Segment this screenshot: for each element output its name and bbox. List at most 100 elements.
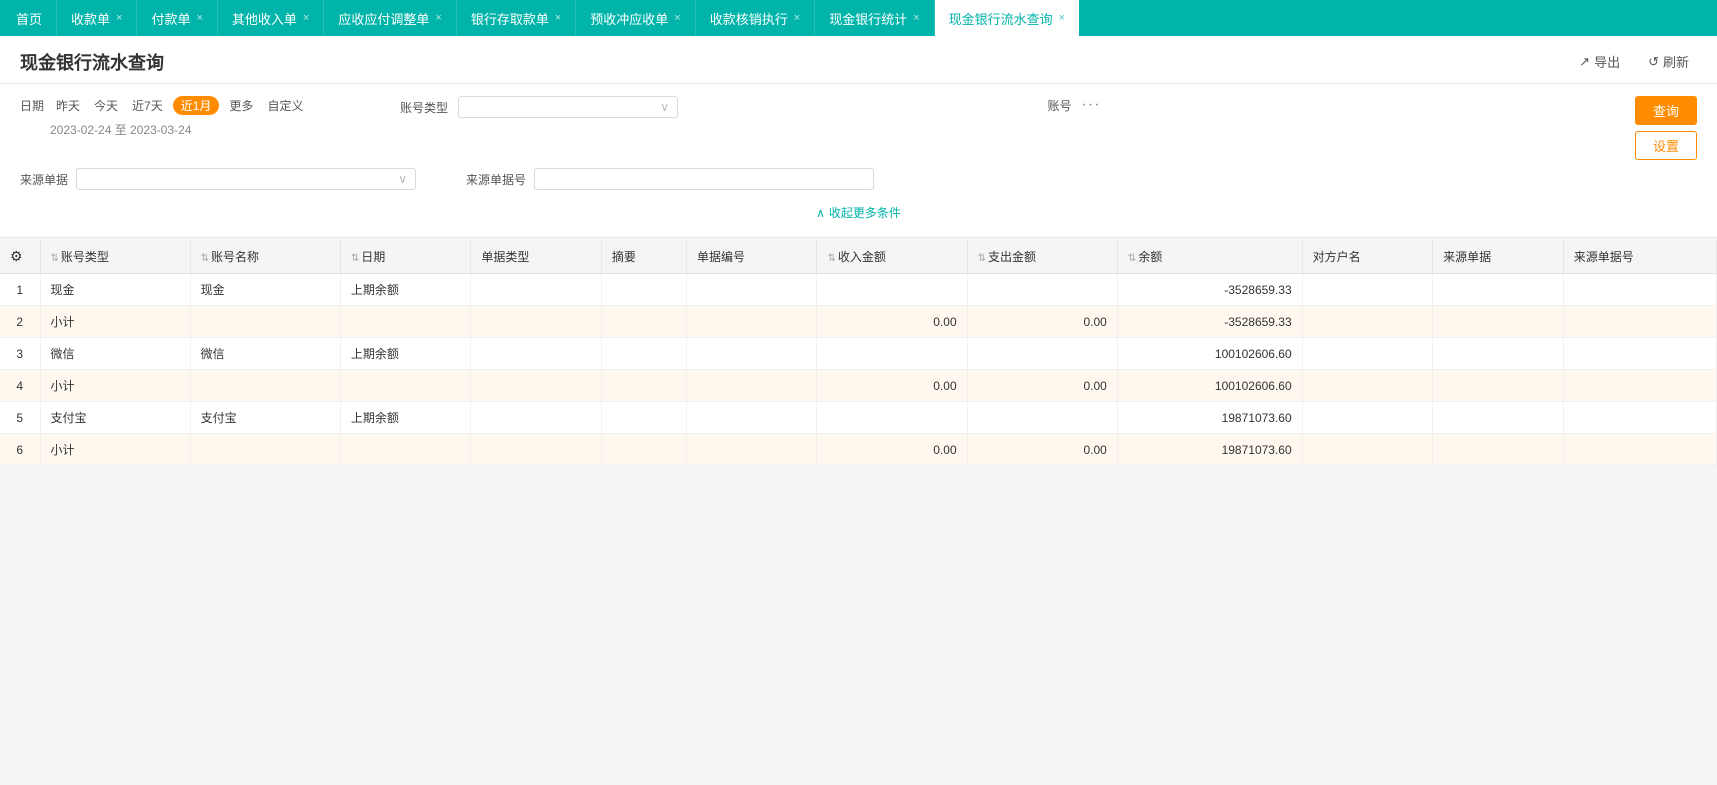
nav-item-home[interactable]: 首页 <box>0 0 57 36</box>
source-doc-select[interactable]: ∨ <box>76 168 416 190</box>
cell-doc_no <box>686 402 817 434</box>
table-row[interactable]: 1现金现金上期余额-3528659.33 <box>0 274 1717 306</box>
close-icon[interactable]: × <box>555 12 561 24</box>
nav-item-cash-bank-flow[interactable]: 现金银行流水查询× <box>935 0 1079 36</box>
cell-expense <box>967 402 1117 434</box>
cell-account_name <box>190 434 340 466</box>
table-row[interactable]: 6小计0.000.0019871073.60 <box>0 434 1717 466</box>
cell-account_name: 现金 <box>190 274 340 306</box>
cell-account_type: 微信 <box>40 338 190 370</box>
cell-source_doc <box>1433 434 1564 466</box>
close-icon[interactable]: × <box>303 12 309 24</box>
nav-item-collection-exec[interactable]: 收款核销执行× <box>696 0 815 36</box>
cell-date <box>340 306 471 338</box>
date-shortcut-近1月[interactable]: 近1月 <box>173 96 220 115</box>
page-title: 现金银行流水查询 <box>20 49 164 75</box>
account-dots[interactable]: ··· <box>1082 96 1101 114</box>
nav-item-bank-deposit[interactable]: 银行存取款单× <box>457 0 576 36</box>
cell-date <box>340 370 471 402</box>
query-button[interactable]: 查询 <box>1635 96 1697 125</box>
nav-item-advance-offset[interactable]: 预收冲应收单× <box>576 0 695 36</box>
table-body: 1现金现金上期余额-3528659.332小计0.000.00-3528659.… <box>0 274 1717 466</box>
cell-doc_no <box>686 274 817 306</box>
source-doc-no-input[interactable] <box>534 168 874 190</box>
cell-doc_type <box>471 306 602 338</box>
cell-counterparty <box>1302 402 1433 434</box>
cell-doc_no <box>686 338 817 370</box>
close-icon[interactable]: × <box>116 12 122 24</box>
cell-doc_no <box>686 434 817 466</box>
date-shortcut-更多[interactable]: 更多 <box>225 96 257 115</box>
cell-summary <box>601 274 686 306</box>
sort-icon: ⇅ <box>827 253 835 264</box>
cell-source_doc_no <box>1563 402 1716 434</box>
cell-account_type: 现金 <box>40 274 190 306</box>
nav-item-payment[interactable]: 付款单× <box>137 0 217 36</box>
cell-source_doc_no <box>1563 338 1716 370</box>
date-shortcut-昨天[interactable]: 昨天 <box>52 96 84 115</box>
cell-income <box>817 402 967 434</box>
cell-balance: 100102606.60 <box>1117 338 1302 370</box>
col-header-balance[interactable]: ⇅余额 <box>1117 240 1302 274</box>
cell-source_doc_no <box>1563 370 1716 402</box>
date-shortcut-自定义[interactable]: 自定义 <box>263 96 307 115</box>
date-shortcut-近7天[interactable]: 近7天 <box>128 96 167 115</box>
date-shortcut-今天[interactable]: 今天 <box>90 96 122 115</box>
table-header: ⚙⇅账号类型⇅账号名称⇅日期单据类型摘要单据编号⇅收入金额⇅支出金额⇅余额对方户… <box>0 240 1717 274</box>
col-header-income[interactable]: ⇅收入金额 <box>817 240 967 274</box>
cell-balance: -3528659.33 <box>1117 274 1302 306</box>
chevron-down-icon: ∨ <box>660 100 669 114</box>
cell-account_type: 小计 <box>40 306 190 338</box>
cell-expense: 0.00 <box>967 370 1117 402</box>
cell-account_name <box>190 306 340 338</box>
cell-balance: 19871073.60 <box>1117 434 1302 466</box>
cell-source_doc <box>1433 274 1564 306</box>
cell-settings: 6 <box>0 434 40 466</box>
col-header-settings[interactable]: ⚙ <box>0 240 40 274</box>
cell-income: 0.00 <box>817 370 967 402</box>
cell-source_doc <box>1433 306 1564 338</box>
cell-account_type: 支付宝 <box>40 402 190 434</box>
close-icon[interactable]: × <box>1059 12 1065 24</box>
cell-settings: 5 <box>0 402 40 434</box>
export-button[interactable]: ↗ 导出 <box>1571 48 1628 75</box>
cell-balance: 19871073.60 <box>1117 402 1302 434</box>
close-icon[interactable]: × <box>196 12 202 24</box>
table-row[interactable]: 4小计0.000.00100102606.60 <box>0 370 1717 402</box>
table-row[interactable]: 2小计0.000.00-3528659.33 <box>0 306 1717 338</box>
cell-account_type: 小计 <box>40 370 190 402</box>
nav-item-receipt[interactable]: 收款单× <box>57 0 137 36</box>
collapse-bar[interactable]: ∧ 收起更多条件 <box>20 200 1697 225</box>
sort-icon: ⇅ <box>1128 253 1136 264</box>
cell-income <box>817 338 967 370</box>
col-header-expense[interactable]: ⇅支出金额 <box>967 240 1117 274</box>
top-navigation: 首页收款单×付款单×其他收入单×应收应付调整单×银行存取款单×预收冲应收单×收款… <box>0 0 1717 36</box>
table-row[interactable]: 5支付宝支付宝上期余额19871073.60 <box>0 402 1717 434</box>
nav-item-other-income[interactable]: 其他收入单× <box>218 0 324 36</box>
cell-expense: 0.00 <box>967 306 1117 338</box>
cell-summary <box>601 434 686 466</box>
settings-gear-icon[interactable]: ⚙ <box>10 248 23 264</box>
account-type-select[interactable]: ∨ <box>458 96 678 118</box>
close-icon[interactable]: × <box>794 12 800 24</box>
cell-counterparty <box>1302 338 1433 370</box>
close-icon[interactable]: × <box>674 12 680 24</box>
col-header-summary: 摘要 <box>601 240 686 274</box>
close-icon[interactable]: × <box>913 12 919 24</box>
page-header: 现金银行流水查询 ↗ 导出 ↺ 刷新 <box>0 36 1717 84</box>
cell-account_type: 小计 <box>40 434 190 466</box>
cell-expense: 0.00 <box>967 434 1117 466</box>
table-row[interactable]: 3微信微信上期余额100102606.60 <box>0 338 1717 370</box>
close-icon[interactable]: × <box>435 12 441 24</box>
cell-summary <box>601 402 686 434</box>
col-header-account_name[interactable]: ⇅账号名称 <box>190 240 340 274</box>
nav-item-ap-adjust[interactable]: 应收应付调整单× <box>324 0 456 36</box>
cell-income: 0.00 <box>817 306 967 338</box>
cell-summary <box>601 370 686 402</box>
col-header-date[interactable]: ⇅日期 <box>340 240 471 274</box>
refresh-button[interactable]: ↺ 刷新 <box>1640 48 1697 75</box>
settings-button[interactable]: 设置 <box>1635 131 1697 160</box>
nav-item-cash-bank-stat[interactable]: 现金银行统计× <box>815 0 934 36</box>
col-header-account_type[interactable]: ⇅账号类型 <box>40 240 190 274</box>
date-label: 日期 <box>20 97 44 114</box>
